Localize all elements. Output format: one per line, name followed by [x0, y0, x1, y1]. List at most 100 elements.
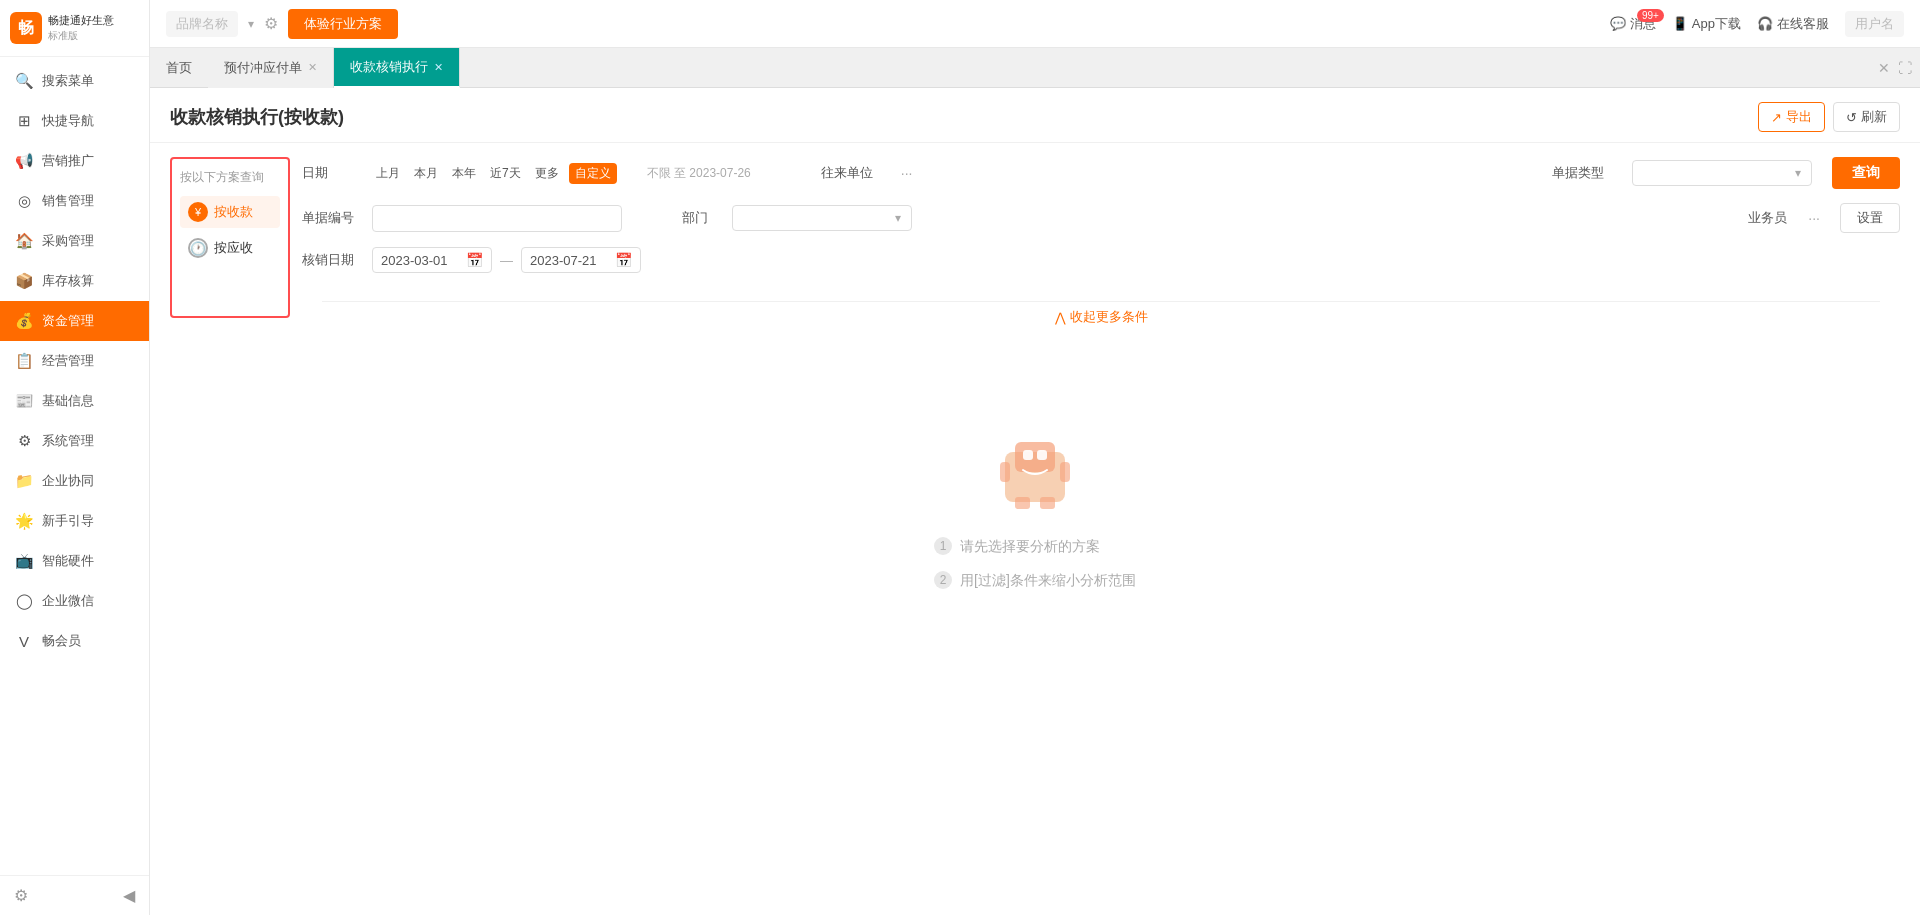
sidebar-item-purchase[interactable]: 🏠采购管理	[0, 221, 149, 261]
collapse-icon: ⋀	[1055, 310, 1066, 325]
beginner-icon: 🌟	[14, 511, 34, 531]
date-unlimited: 不限 至 2023-07-26	[647, 165, 751, 182]
voucher-type-select[interactable]: ▾	[1632, 160, 1812, 186]
filter-main: 日期 上月 本月 本年 近7天 更多 自定义 不限 至 2023-07-26 往…	[302, 143, 1900, 301]
sidebar-logo: 畅 畅捷通好生意 标准版	[0, 0, 149, 57]
message-badge: 99+	[1637, 9, 1664, 22]
collapse-more-button[interactable]: ⋀ 收起更多条件	[322, 301, 1880, 332]
filter-sidebar-title: 按以下方案查询	[180, 169, 280, 186]
date-tab-7days[interactable]: 近7天	[486, 163, 525, 184]
date-tab-lastmonth[interactable]: 上月	[372, 163, 404, 184]
export-button[interactable]: ↗ 导出	[1758, 102, 1825, 132]
sidebar-item-quick-nav[interactable]: ⊞快捷导航	[0, 101, 149, 141]
sidebar-item-marketing[interactable]: 📢营销推广	[0, 141, 149, 181]
collect-icon: ¥	[188, 202, 208, 222]
tab-close-prepay[interactable]: ✕	[308, 61, 317, 74]
sidebar-item-hardware[interactable]: 📺智能硬件	[0, 541, 149, 581]
wechat-icon: ◯	[14, 591, 34, 611]
verify-end-calendar-icon: 📅	[615, 252, 632, 268]
sidebar-item-inventory[interactable]: 📦库存核算	[0, 261, 149, 301]
tab-collect[interactable]: 收款核销执行 ✕	[334, 48, 460, 88]
voucher-type-chevron-icon: ▾	[1795, 166, 1801, 180]
filter-row-2: 单据编号 部门 ▾ 业务员 ··· 设	[302, 203, 1900, 233]
date-tab-more[interactable]: 更多	[531, 163, 563, 184]
settings-icon[interactable]: ⚙	[14, 886, 28, 905]
sidebar-item-enterprise[interactable]: 📁企业协同	[0, 461, 149, 501]
filter-panel: 按以下方案查询 ¥ 按收款 🕐 按应收 日期	[150, 143, 1920, 332]
sidebar-item-vip[interactable]: V畅会员	[0, 621, 149, 661]
empty-state: 1 请先选择要分析的方案 2 用[过滤]条件来缩小分析范围	[150, 332, 1920, 674]
sidebar-item-finance[interactable]: 💰资金管理	[0, 301, 149, 341]
sidebar-item-beginner[interactable]: 🌟新手引导	[0, 501, 149, 541]
verify-start-calendar-icon: 📅	[466, 252, 483, 268]
collapse-sidebar-icon[interactable]: ◀	[123, 886, 135, 905]
sidebar-item-base-info[interactable]: 📰基础信息	[0, 381, 149, 421]
date-tab-custom[interactable]: 自定义	[569, 163, 617, 184]
svg-rect-7	[1040, 497, 1055, 509]
sidebar-item-wechat[interactable]: ◯企业微信	[0, 581, 149, 621]
maximize-icon[interactable]: ⛶	[1898, 60, 1912, 76]
verify-date-end-input[interactable]: 2023-07-21 📅	[521, 247, 641, 273]
refresh-button[interactable]: ↺ 刷新	[1833, 102, 1900, 132]
date-tab-thismonth[interactable]: 本月	[410, 163, 442, 184]
topbar-gear-icon[interactable]: ⚙	[264, 14, 278, 33]
staff-dots[interactable]: ···	[1808, 210, 1820, 226]
hardware-icon: 📺	[14, 551, 34, 571]
online-service-button[interactable]: 🎧 在线客服	[1757, 15, 1829, 33]
sidebar-item-search-menu[interactable]: 🔍搜索菜单	[0, 61, 149, 101]
voucher-type-label: 单据类型	[1552, 164, 1622, 182]
page: 收款核销执行(按收款) ↗ 导出 ↺ 刷新 按以下方案查询	[150, 88, 1920, 915]
filter-option-by-receivable[interactable]: 🕐 按应收	[180, 232, 280, 264]
voucher-no-input[interactable]	[372, 205, 622, 232]
app-download-button[interactable]: 📱 App下载	[1672, 15, 1741, 33]
partner-dots[interactable]: ···	[901, 165, 913, 181]
dept-label: 部门	[682, 209, 722, 227]
message-button[interactable]: 💬 消息 99+	[1610, 15, 1656, 33]
settings-button[interactable]: 设置	[1840, 203, 1900, 233]
sidebar-item-sales[interactable]: ◎销售管理	[0, 181, 149, 221]
sidebar-nav: 🔍搜索菜单⊞快捷导航📢营销推广◎销售管理🏠采购管理📦库存核算💰资金管理📋经营管理…	[0, 57, 149, 875]
svg-rect-5	[1060, 462, 1070, 482]
sidebar-item-system[interactable]: ⚙系统管理	[0, 421, 149, 461]
search-menu-icon: 🔍	[14, 71, 34, 91]
sidebar-bottom: ⚙ ◀	[0, 875, 149, 915]
topbar-brand: 品牌名称	[166, 11, 238, 37]
dept-select[interactable]: ▾	[732, 205, 912, 231]
base-info-icon: 📰	[14, 391, 34, 411]
tab-home[interactable]: 首页	[150, 48, 208, 88]
page-title: 收款核销执行(按收款)	[170, 105, 344, 129]
page-header-actions: ↗ 导出 ↺ 刷新	[1758, 102, 1900, 132]
tabbar: 首页 预付冲应付单 ✕ 收款核销执行 ✕ ✕ ⛶	[150, 48, 1920, 88]
svg-rect-3	[1037, 450, 1047, 460]
quick-nav-icon: ⊞	[14, 111, 34, 131]
topbar-chevron-icon[interactable]: ▾	[248, 17, 254, 31]
query-button[interactable]: 查询	[1832, 157, 1900, 189]
purchase-icon: 🏠	[14, 231, 34, 251]
staff-label: 业务员	[1748, 209, 1798, 227]
tip-num-1: 1	[934, 537, 952, 555]
user-info: 用户名	[1845, 11, 1904, 37]
verify-date-label: 核销日期	[302, 251, 362, 269]
sidebar-item-business[interactable]: 📋经营管理	[0, 341, 149, 381]
empty-illustration	[985, 412, 1085, 512]
refresh-icon: ↺	[1846, 110, 1857, 125]
tab-close-collect[interactable]: ✕	[434, 61, 443, 74]
vip-icon: V	[14, 631, 34, 651]
topbar: 品牌名称 ▾ ⚙ 体验行业方案 💬 消息 99+ 📱 App下载 🎧 在线客服 …	[150, 0, 1920, 48]
logo-icon: 畅	[10, 12, 42, 44]
logo-sub: 标准版	[48, 29, 114, 43]
date-tab-thisyear[interactable]: 本年	[448, 163, 480, 184]
svg-rect-6	[1015, 497, 1030, 509]
marketing-icon: 📢	[14, 151, 34, 171]
receivable-icon: 🕐	[188, 238, 208, 258]
solution-button[interactable]: 体验行业方案	[288, 9, 398, 39]
date-tabs: 上月 本月 本年 近7天 更多 自定义	[372, 163, 617, 184]
date-range-dash: —	[500, 253, 513, 268]
verify-date-start-input[interactable]: 2023-03-01 📅	[372, 247, 492, 273]
close-window-icon[interactable]: ✕	[1878, 60, 1890, 76]
tab-prepay[interactable]: 预付冲应付单 ✕	[208, 48, 334, 88]
filter-option-by-collect[interactable]: ¥ 按收款	[180, 196, 280, 228]
system-icon: ⚙	[14, 431, 34, 451]
filter-scheme-sidebar: 按以下方案查询 ¥ 按收款 🕐 按应收	[170, 157, 290, 318]
empty-tips: 1 请先选择要分析的方案 2 用[过滤]条件来缩小分析范围	[934, 532, 1136, 594]
